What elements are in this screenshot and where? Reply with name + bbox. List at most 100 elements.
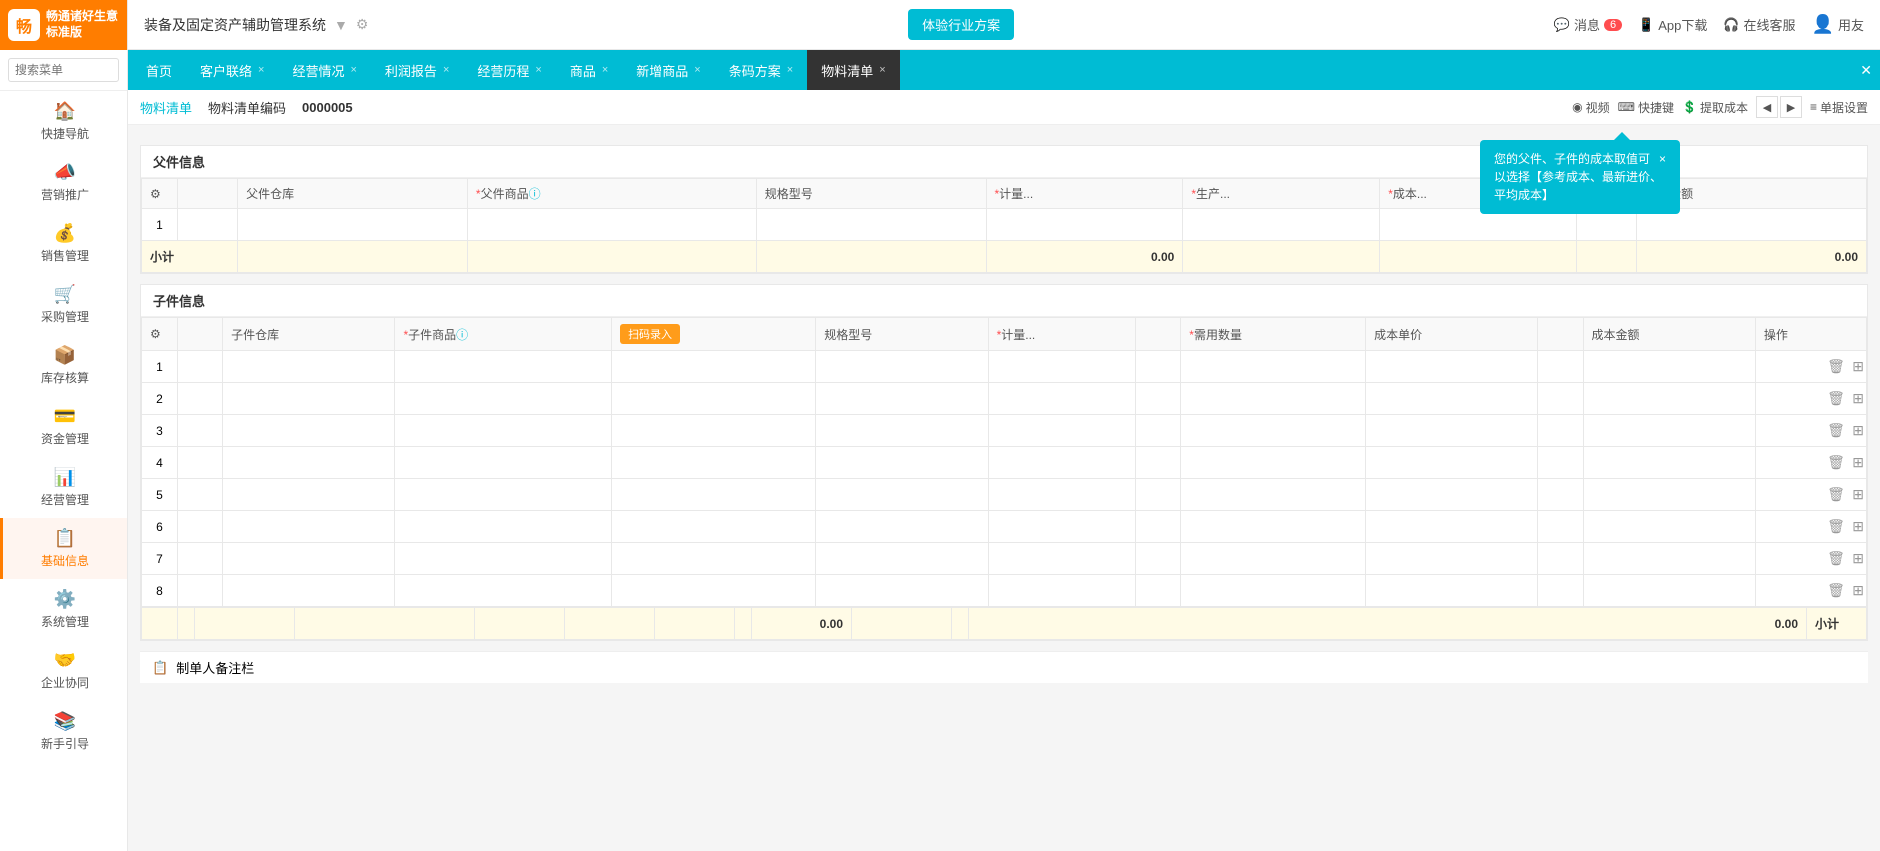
child-row-6-warehouse[interactable]: [223, 511, 395, 543]
child-row-7-product[interactable]: [395, 543, 612, 575]
child-row-1-spec[interactable]: [816, 351, 988, 383]
tab-customer-close[interactable]: ×: [258, 64, 264, 76]
tab-history-close[interactable]: ×: [535, 64, 541, 76]
child-row-4-spec[interactable]: [816, 447, 988, 479]
child-row-6-unitcost[interactable]: [1366, 511, 1538, 543]
child-row-8-unitcost[interactable]: [1366, 575, 1538, 607]
view-action[interactable]: ◉ 视频: [1572, 99, 1610, 116]
tab-profit-close[interactable]: ×: [443, 64, 449, 76]
parent-row-1-spec[interactable]: [756, 209, 986, 241]
scan-button[interactable]: 扫码录入: [620, 324, 680, 344]
child-row-1-qty[interactable]: [1181, 351, 1366, 383]
parent-row-1-warehouse[interactable]: [238, 209, 468, 241]
copy-icon-7[interactable]: ⊞: [1852, 550, 1864, 566]
copy-icon-5[interactable]: ⊞: [1852, 486, 1864, 502]
child-row-3-unit[interactable]: [988, 415, 1136, 447]
prev-page-btn[interactable]: ◀: [1756, 96, 1778, 118]
child-row-8-unit[interactable]: [988, 575, 1136, 607]
sidebar-item-purchase[interactable]: 🛒 采购管理: [0, 274, 127, 335]
child-row-1-unit[interactable]: [988, 351, 1136, 383]
tab-home[interactable]: 首页: [132, 50, 186, 90]
tab-profit[interactable]: 利润报告 ×: [371, 50, 463, 90]
delete-icon-1[interactable]: 🗑: [1827, 358, 1845, 374]
cost-action[interactable]: 💲 提取成本: [1682, 99, 1748, 116]
tab-operations-situation[interactable]: 经营情况 ×: [278, 50, 370, 90]
tab-bom[interactable]: 物料清单 ×: [807, 50, 899, 90]
search-input[interactable]: [8, 58, 119, 82]
child-row-8-product[interactable]: [395, 575, 612, 607]
child-row-3-warehouse[interactable]: [223, 415, 395, 447]
tab-barcode-close[interactable]: ×: [787, 64, 793, 76]
delete-icon-4[interactable]: 🗑: [1827, 454, 1845, 470]
child-row-2-product[interactable]: [395, 383, 612, 415]
child-row-6-qty[interactable]: [1181, 511, 1366, 543]
child-row-6-spec[interactable]: [816, 511, 988, 543]
child-row-2-unitcost[interactable]: [1366, 383, 1538, 415]
message-item[interactable]: 💬 消息 6: [1554, 15, 1622, 34]
nav-close-all[interactable]: ✕: [1860, 62, 1872, 79]
child-row-5-unit[interactable]: [988, 479, 1136, 511]
child-row-3-unitcost[interactable]: [1366, 415, 1538, 447]
sidebar-item-quick-nav[interactable]: 🏠 快捷导航: [0, 91, 127, 152]
parent-row-1-mfg[interactable]: [1183, 209, 1380, 241]
tab-bom-close[interactable]: ×: [879, 64, 885, 76]
sidebar-item-system[interactable]: ⚙️ 系统管理: [0, 579, 127, 640]
delete-icon-2[interactable]: 🗑: [1827, 390, 1845, 406]
copy-icon-1[interactable]: ⊞: [1852, 358, 1864, 374]
copy-icon-4[interactable]: ⊞: [1852, 454, 1864, 470]
sidebar-item-basic[interactable]: 📋 基础信息: [0, 518, 127, 579]
copy-icon-2[interactable]: ⊞: [1852, 390, 1864, 406]
sidebar-item-sales[interactable]: 💰 销售管理: [0, 213, 127, 274]
tab-goods[interactable]: 商品 ×: [556, 50, 622, 90]
tab-new-goods-close[interactable]: ×: [694, 64, 700, 76]
child-row-5-product[interactable]: [395, 479, 612, 511]
dropdown-icon[interactable]: ▼: [334, 17, 348, 33]
child-row-7-warehouse[interactable]: [223, 543, 395, 575]
online-service-item[interactable]: 🎧 在线客服: [1723, 15, 1795, 34]
child-row-2-warehouse[interactable]: [223, 383, 395, 415]
tooltip-close-btn[interactable]: ×: [1659, 150, 1666, 168]
parent-row-1-product[interactable]: [467, 209, 756, 241]
tab-barcode[interactable]: 条码方案 ×: [715, 50, 807, 90]
settings-icon[interactable]: ⚙: [356, 16, 369, 33]
child-row-3-qty[interactable]: [1181, 415, 1366, 447]
doc-settings-action[interactable]: ≡ 单据设置: [1810, 99, 1868, 116]
child-row-5-unitcost[interactable]: [1366, 479, 1538, 511]
child-row-6-product[interactable]: [395, 511, 612, 543]
th-child-settings[interactable]: ⚙: [142, 318, 178, 351]
delete-icon-3[interactable]: 🗑: [1827, 422, 1845, 438]
child-row-1-warehouse[interactable]: [223, 351, 395, 383]
child-row-4-product[interactable]: [395, 447, 612, 479]
sidebar-item-inventory[interactable]: 📦 库存核算: [0, 335, 127, 396]
child-row-6-unit[interactable]: [988, 511, 1136, 543]
child-row-5-qty[interactable]: [1181, 479, 1366, 511]
child-row-8-warehouse[interactable]: [223, 575, 395, 607]
tab-customer[interactable]: 客户联络 ×: [186, 50, 278, 90]
child-row-5-warehouse[interactable]: [223, 479, 395, 511]
child-row-1-product[interactable]: [395, 351, 612, 383]
child-row-4-unitcost[interactable]: [1366, 447, 1538, 479]
child-row-4-unit[interactable]: [988, 447, 1136, 479]
sidebar-item-finance[interactable]: 💳 资金管理: [0, 396, 127, 457]
child-row-8-qty[interactable]: [1181, 575, 1366, 607]
app-download-item[interactable]: 📱 App下载: [1638, 15, 1707, 34]
child-row-7-qty[interactable]: [1181, 543, 1366, 575]
trial-button[interactable]: 体验行业方案: [908, 9, 1014, 40]
sidebar-item-guide[interactable]: 📚 新手引导: [0, 701, 127, 762]
child-row-2-qty[interactable]: [1181, 383, 1366, 415]
child-row-7-unit[interactable]: [988, 543, 1136, 575]
th-child-scan[interactable]: 扫码录入: [612, 318, 816, 351]
child-row-3-product[interactable]: [395, 415, 612, 447]
delete-icon-5[interactable]: 🗑: [1827, 486, 1845, 502]
child-row-2-unit[interactable]: [988, 383, 1136, 415]
shortcut-action[interactable]: ⌨ 快捷键: [1618, 99, 1674, 116]
child-row-4-warehouse[interactable]: [223, 447, 395, 479]
delete-icon-7[interactable]: 🗑: [1827, 550, 1845, 566]
copy-icon-6[interactable]: ⊞: [1852, 518, 1864, 534]
tab-new-goods[interactable]: 新增商品 ×: [622, 50, 714, 90]
th-parent-settings[interactable]: ⚙: [142, 179, 178, 209]
child-row-1-unitcost[interactable]: [1366, 351, 1538, 383]
user-item[interactable]: 👤 用友: [1812, 14, 1864, 35]
next-page-btn[interactable]: ▶: [1780, 96, 1802, 118]
sidebar-item-operations[interactable]: 📊 经营管理: [0, 457, 127, 518]
